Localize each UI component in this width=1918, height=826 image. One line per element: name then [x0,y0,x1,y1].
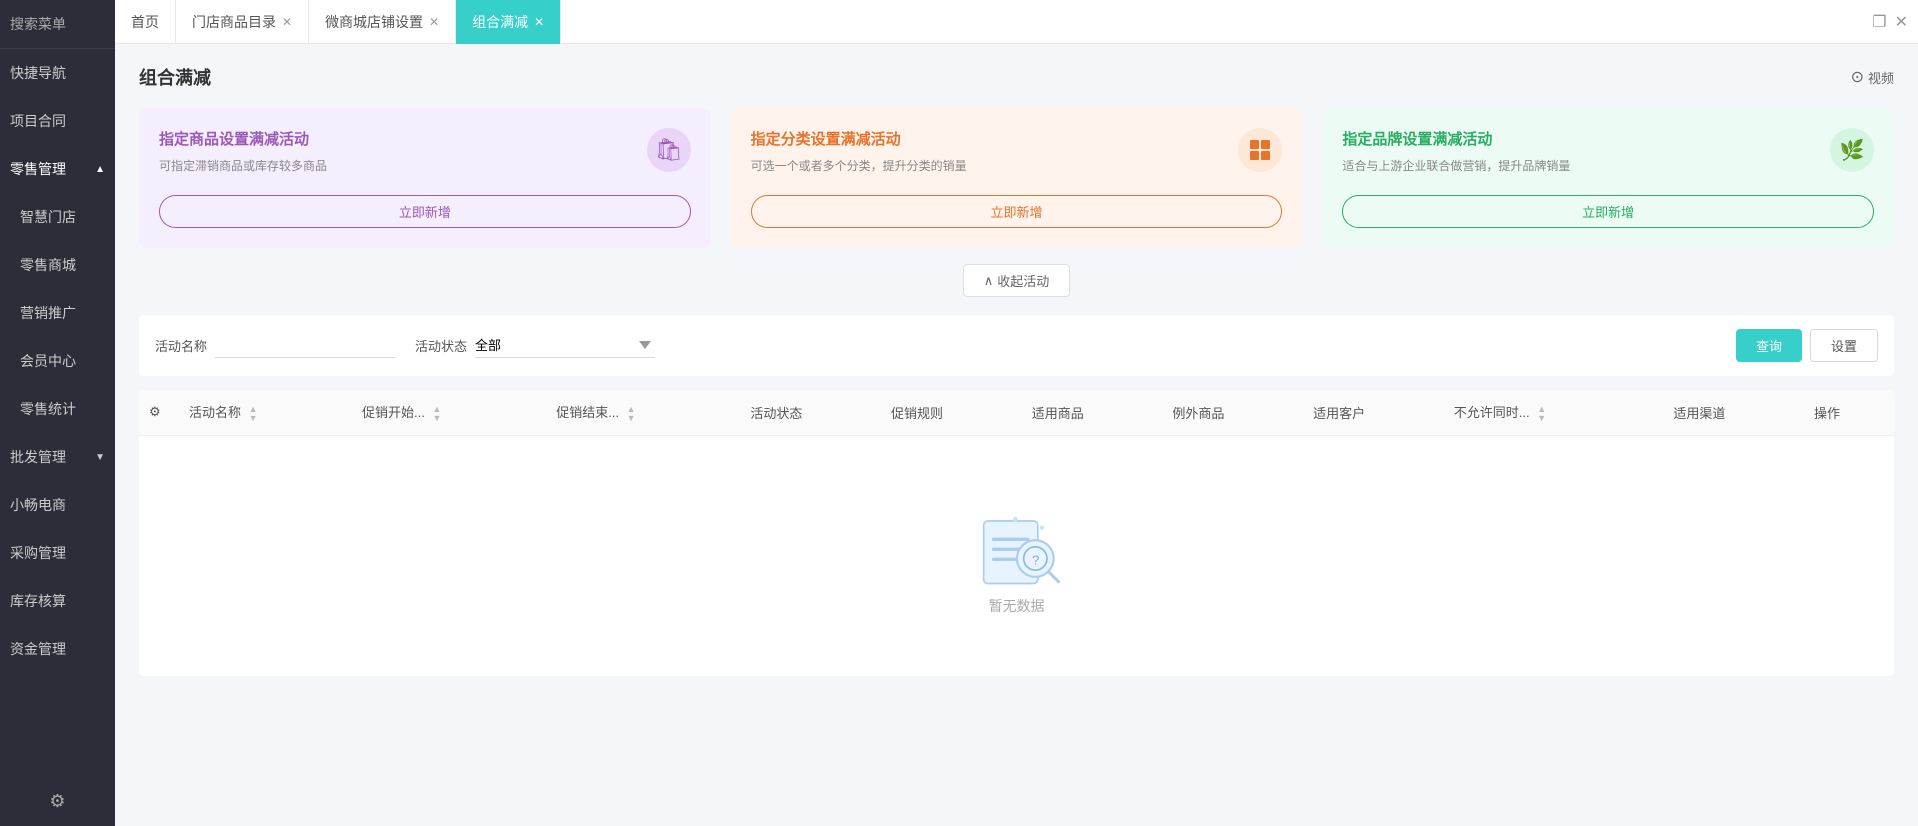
sidebar-item-wholesale-mgmt[interactable]: 批发管理 ▼ [0,433,115,481]
brand-promo-card: 🌿 指定品牌设置满减活动 适合与上游企业联合做营销，提升品牌销量 立即新增 [1322,108,1894,248]
th-settings[interactable]: ⚙ [139,390,179,435]
product-card-title: 指定商品设置满减活动 [159,128,691,149]
sort-icon: ▲▼ [627,405,636,423]
brand-card-icon: 🌿 [1830,128,1874,172]
sidebar: 搜索菜单 快捷导航 项目合同 零售管理 ▲ 智慧门店 零售商城 营销推广 会员中… [0,0,115,826]
activity-status-select[interactable]: 全部 进行中 未开始 已结束 [475,334,655,358]
tab-store-catalog[interactable]: 门店商品目录 ✕ [176,0,309,44]
page-title: 组合满减 [139,64,211,90]
chevron-up-icon: ∧ [984,273,994,289]
sidebar-item-retail-mgmt[interactable]: 零售管理 ▲ [0,145,115,193]
tab-home[interactable]: 首页 [115,0,176,44]
sidebar-item-retail-stats[interactable]: 零售统计 [0,385,115,433]
activity-name-filter: 活动名称 [155,334,395,358]
th-promo-end[interactable]: 促销结束... ▲▼ [546,390,740,435]
filter-actions: 查询 设置 [1736,329,1878,362]
close-tab-combo-discount[interactable]: ✕ [534,15,544,29]
sidebar-item-quick-nav[interactable]: 快捷导航 [0,49,115,97]
category-card-add-button[interactable]: 立即新增 [751,195,1283,228]
table-body: ? 暂无数据 [139,435,1894,676]
svg-text:?: ? [1032,552,1039,567]
sidebar-item-fund-mgmt[interactable]: 资金管理 [0,625,115,673]
th-operation: 操作 [1804,390,1894,435]
brand-card-title: 指定品牌设置满减活动 [1342,128,1874,149]
category-promo-card: 指定分类设置满减活动 可选一个或者多个分类，提升分类的销量 立即新增 [731,108,1303,248]
sidebar-item-inventory-calc[interactable]: 库存核算 [0,577,115,625]
table-head: ⚙ 活动名称 ▲▼ 促销开始... ▲▼ 促销结束... ▲▼ [139,390,1894,435]
th-applicable-goods: 适用商品 [1022,390,1163,435]
data-table-wrapper: ⚙ 活动名称 ▲▼ 促销开始... ▲▼ 促销结束... ▲▼ [139,390,1894,676]
window-controls: ❐ ✕ [1862,12,1918,32]
brand-card-desc: 适合与上游企业联合做营销，提升品牌销量 [1342,157,1874,181]
video-link[interactable]: ⊙ 视频 [1851,67,1894,87]
category-card-desc: 可选一个或者多个分类，提升分类的销量 [751,157,1283,181]
empty-text: 暂无数据 [989,596,1045,616]
th-no-concurrent[interactable]: 不允许同时... ▲▼ [1444,390,1664,435]
sidebar-bottom: ⚙ [0,777,115,826]
play-circle-icon: ⊙ [1851,67,1864,87]
th-promo-rule: 促销规则 [881,390,1022,435]
promo-cards-row: 🛍 指定商品设置满减活动 可指定滞销商品或库存较多商品 立即新增 指定分类设置满… [139,108,1894,248]
tabbar: 首页 门店商品目录 ✕ 微商城店铺设置 ✕ 组合满减 ✕ ❐ ✕ [115,0,1918,44]
empty-state: ? 暂无数据 [139,436,1894,676]
activity-status-filter: 活动状态 全部 进行中 未开始 已结束 [415,334,655,358]
sidebar-item-member-center[interactable]: 会员中心 [0,337,115,385]
sort-icon: ▲▼ [432,405,441,423]
product-card-desc: 可指定滞销商品或库存较多商品 [159,157,691,181]
gear-icon[interactable]: ⚙ [49,791,65,812]
sidebar-item-xiaochang-ecom[interactable]: 小畅电商 [0,481,115,529]
close-icon[interactable]: ✕ [1895,12,1908,32]
activity-status-label: 活动状态 [415,336,467,355]
activity-name-input[interactable] [215,334,395,358]
th-exception-goods: 例外商品 [1162,390,1303,435]
product-card-icon: 🛍 [647,128,691,172]
brand-card-add-button[interactable]: 立即新增 [1342,195,1874,228]
empty-state-row: ? 暂无数据 [139,435,1894,676]
tab-combo-discount[interactable]: 组合满减 ✕ [456,0,561,44]
close-tab-store-catalog[interactable]: ✕ [282,15,292,29]
chevron-up-icon: ▲ [95,164,105,175]
sidebar-item-smart-store[interactable]: 智慧门店 [0,193,115,241]
sidebar-search[interactable]: 搜索菜单 [0,0,115,49]
data-table: ⚙ 活动名称 ▲▼ 促销开始... ▲▼ 促销结束... ▲▼ [139,390,1894,676]
close-tab-wechat-store[interactable]: ✕ [429,15,439,29]
page-header: 组合满减 ⊙ 视频 [139,64,1894,90]
sort-icon: ▲▼ [249,405,258,423]
th-applicable-customer: 适用客户 [1303,390,1444,435]
th-applicable-channel: 适用渠道 [1663,390,1804,435]
sidebar-item-project-contract[interactable]: 项目合同 [0,97,115,145]
category-card-title: 指定分类设置满减活动 [751,128,1283,149]
product-promo-card: 🛍 指定商品设置满减活动 可指定滞销商品或库存较多商品 立即新增 [139,108,711,248]
product-card-add-button[interactable]: 立即新增 [159,195,691,228]
tab-wechat-store-settings[interactable]: 微商城店铺设置 ✕ [309,0,456,44]
setting-button[interactable]: 设置 [1810,329,1878,362]
empty-illustration: ? [967,496,1067,596]
collapse-bar: ∧ 收起活动 [139,264,1894,297]
filter-row: 活动名称 活动状态 全部 进行中 未开始 已结束 查询 设置 [139,315,1894,376]
page-content: 组合满减 ⊙ 视频 🛍 指定商品设置满减活动 可指定滞销商品或库存较多商品 立即… [115,44,1918,826]
query-button[interactable]: 查询 [1736,329,1802,362]
sidebar-item-purchase-mgmt[interactable]: 采购管理 [0,529,115,577]
sidebar-item-marketing[interactable]: 营销推广 [0,289,115,337]
chevron-down-icon: ▼ [95,452,105,463]
sidebar-item-retail-mall[interactable]: 零售商城 [0,241,115,289]
sort-icon: ▲▼ [1537,405,1546,423]
table-settings-icon[interactable]: ⚙ [149,404,161,419]
th-activity-status: 活动状态 [740,390,881,435]
th-activity-name[interactable]: 活动名称 ▲▼ [179,390,352,435]
main-area: 首页 门店商品目录 ✕ 微商城店铺设置 ✕ 组合满减 ✕ ❐ ✕ 组合满减 ⊙ … [115,0,1918,826]
collapse-activity-button[interactable]: ∧ 收起活动 [963,264,1071,297]
activity-name-label: 活动名称 [155,336,207,355]
th-promo-start[interactable]: 促销开始... ▲▼ [352,390,546,435]
restore-icon[interactable]: ❐ [1872,12,1886,32]
